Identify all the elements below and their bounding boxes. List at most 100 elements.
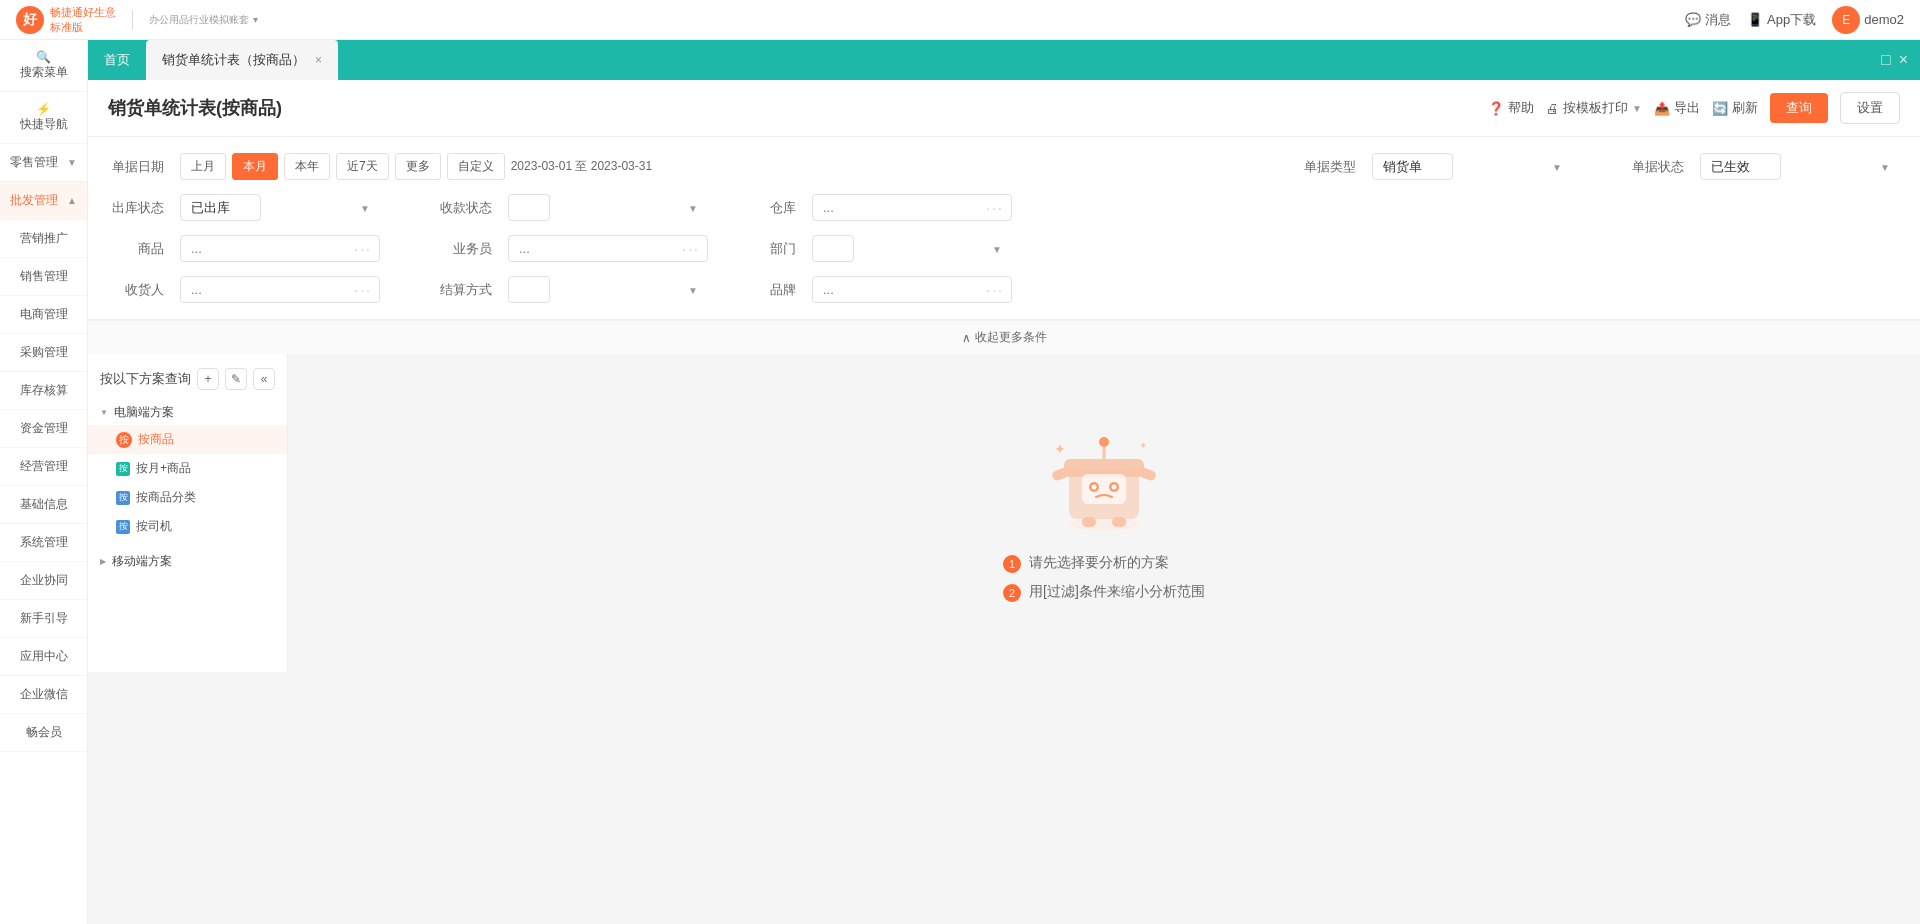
scheme-actions: + ✎ «	[197, 368, 275, 390]
close-window-icon[interactable]: ×	[1899, 51, 1908, 69]
this-year-btn[interactable]: 本年	[284, 153, 330, 180]
scheme-mobile-group-header[interactable]: ▶ 移动端方案	[88, 549, 287, 574]
sidebar-item-guide[interactable]: 新手引导	[0, 600, 87, 638]
sidebar-label-basics: 基础信息	[4, 496, 83, 513]
sidebar-item-inventory[interactable]: 库存核算	[0, 372, 87, 410]
settings-button[interactable]: 设置	[1840, 92, 1900, 124]
settlement-select[interactable]	[508, 276, 550, 303]
custom-btn[interactable]: 自定义	[447, 153, 505, 180]
sidebar-item-quick-nav[interactable]: ⚡ 快捷导航	[0, 92, 87, 144]
salesperson-more-icon[interactable]: ···	[682, 241, 700, 257]
restore-icon[interactable]: □	[1881, 51, 1891, 69]
scheme-item-driver[interactable]: 按 按司机	[88, 512, 287, 541]
user-menu[interactable]: E demo2	[1832, 6, 1904, 34]
refresh-button[interactable]: 🔄 刷新	[1712, 99, 1758, 117]
tab-close-icon[interactable]: ×	[315, 53, 322, 67]
top-header-left: 好 畅捷通好生意 标准版 办公用品行业模拟账套 ▾	[16, 5, 258, 34]
sidebar-label-wechat: 企业微信	[4, 686, 83, 703]
last7days-btn[interactable]: 近7天	[336, 153, 389, 180]
query-button[interactable]: 查询	[1770, 93, 1828, 123]
brand-input[interactable]	[812, 276, 1012, 303]
scheme-collapse-icon[interactable]: «	[253, 368, 275, 390]
doc-type-select[interactable]: 销货单	[1372, 153, 1453, 180]
sidebar-item-operations[interactable]: 经营管理	[0, 448, 87, 486]
sidebar-item-ecommerce[interactable]: 电商管理	[0, 296, 87, 334]
receipt-status-label: 收款状态	[436, 199, 492, 217]
salesperson-input[interactable]	[508, 235, 708, 262]
sidebar-item-system[interactable]: 系统管理	[0, 524, 87, 562]
svg-rect-13	[1112, 517, 1126, 527]
brand-label: 品牌	[764, 281, 796, 299]
scheme-add-icon[interactable]: +	[197, 368, 219, 390]
svg-text:✦: ✦	[1054, 441, 1066, 457]
app-download-button[interactable]: 📱 App下载	[1747, 11, 1816, 29]
message-button[interactable]: 💬 消息	[1685, 11, 1731, 29]
doc-status-select[interactable]: 已生效	[1700, 153, 1781, 180]
workspace-arrow-icon: ▾	[253, 14, 258, 25]
consignee-more-icon[interactable]: ···	[354, 282, 372, 298]
scheme-pc-group-header[interactable]: ▼ 电脑端方案	[88, 400, 287, 425]
scheme-mobile-group: ▶ 移动端方案	[88, 545, 287, 578]
empty-state: ✦ ✦ 1 请先选择要分析的方案 2 用[过滤]条件来缩小分析范围	[288, 354, 1920, 672]
sidebar-item-purchase[interactable]: 采购管理	[0, 334, 87, 372]
out-status-select[interactable]: 已出库	[180, 194, 261, 221]
brand-more-icon[interactable]: ···	[986, 282, 1004, 298]
goods-label: 商品	[108, 240, 164, 258]
sidebar-label-corp-collab: 企业协同	[4, 572, 83, 589]
receipt-status-select[interactable]	[508, 194, 550, 221]
consignee-input[interactable]	[180, 276, 380, 303]
sidebar-item-members[interactable]: 畅会员	[0, 714, 87, 752]
scheme-item-goods-category[interactable]: 按 按商品分类	[88, 483, 287, 512]
driver-icon: 按	[116, 520, 130, 534]
goods-more-icon[interactable]: ···	[354, 241, 372, 257]
sidebar-item-wholesale[interactable]: 批发管理 ▲	[0, 182, 87, 220]
help-button[interactable]: ❓ 帮助	[1488, 99, 1534, 117]
active-item-icon: 按	[116, 432, 132, 448]
warehouse-input[interactable]	[812, 194, 1012, 221]
workspace-name: 办公用品行业模拟账套	[149, 13, 249, 27]
collapse-button[interactable]: ∧ 收起更多条件	[88, 320, 1920, 354]
tab-active[interactable]: 销货单统计表（按商品） ×	[146, 40, 338, 80]
scheme-item-month-goods[interactable]: 按 按月+商品	[88, 454, 287, 483]
sidebar-item-marketing[interactable]: 营销推广	[0, 220, 87, 258]
sidebar-item-sales[interactable]: 销售管理	[0, 258, 87, 296]
scheme-item-active[interactable]: 按 按商品	[88, 425, 287, 454]
page-content: 销货单统计表(按商品) ❓ 帮助 🖨 按模板打印 ▼ 📤 导出	[88, 80, 1920, 924]
empty-step-1: 1 请先选择要分析的方案	[1003, 554, 1205, 573]
last-month-btn[interactable]: 上月	[180, 153, 226, 180]
sidebar-label-ecommerce: 电商管理	[4, 306, 83, 323]
sidebar-item-apps[interactable]: 应用中心	[0, 638, 87, 676]
this-month-btn[interactable]: 本月	[232, 153, 278, 180]
sidebar-label-finance: 资金管理	[4, 420, 83, 437]
sidebar-item-search[interactable]: 🔍 搜索菜单	[0, 40, 87, 92]
scheme-edit-icon[interactable]: ✎	[225, 368, 247, 390]
print-button[interactable]: 🖨 按模板打印 ▼	[1546, 99, 1642, 117]
sidebar-label-operations: 经营管理	[4, 458, 83, 475]
step-2-num: 2	[1003, 584, 1021, 602]
sidebar-item-basics[interactable]: 基础信息	[0, 486, 87, 524]
svg-point-11	[1099, 437, 1109, 447]
out-status-wrapper: 已出库	[180, 194, 380, 221]
empty-steps: 1 请先选择要分析的方案 2 用[过滤]条件来缩小分析范围	[1003, 554, 1205, 612]
pc-group-arrow-icon: ▼	[100, 408, 108, 417]
receipt-status-wrapper	[508, 194, 708, 221]
print-label: 按模板打印	[1563, 99, 1628, 117]
goods-category-label: 按商品分类	[136, 489, 196, 506]
sidebar-label-guide: 新手引导	[4, 610, 83, 627]
sidebar-item-retail[interactable]: 零售管理 ▼	[0, 144, 87, 182]
step-1-label: 请先选择要分析的方案	[1029, 554, 1169, 572]
workspace-selector[interactable]: 办公用品行业模拟账套 ▾	[149, 13, 258, 27]
tab-home[interactable]: 首页	[88, 40, 146, 80]
sidebar-item-finance[interactable]: 资金管理	[0, 410, 87, 448]
goods-input[interactable]	[180, 235, 380, 262]
sidebar-item-corp-collab[interactable]: 企业协同	[0, 562, 87, 600]
collapse-label: 收起更多条件	[975, 329, 1047, 346]
dept-select[interactable]	[812, 235, 854, 262]
warehouse-more-icon[interactable]: ···	[986, 200, 1004, 216]
export-button[interactable]: 📤 导出	[1654, 99, 1700, 117]
more-btn[interactable]: 更多	[395, 153, 441, 180]
sidebar-item-wechat[interactable]: 企业微信	[0, 676, 87, 714]
logo-text: 畅捷通好生意 标准版	[50, 5, 116, 34]
doc-type-wrapper: 销货单	[1372, 153, 1572, 180]
svg-point-6	[1092, 485, 1097, 490]
